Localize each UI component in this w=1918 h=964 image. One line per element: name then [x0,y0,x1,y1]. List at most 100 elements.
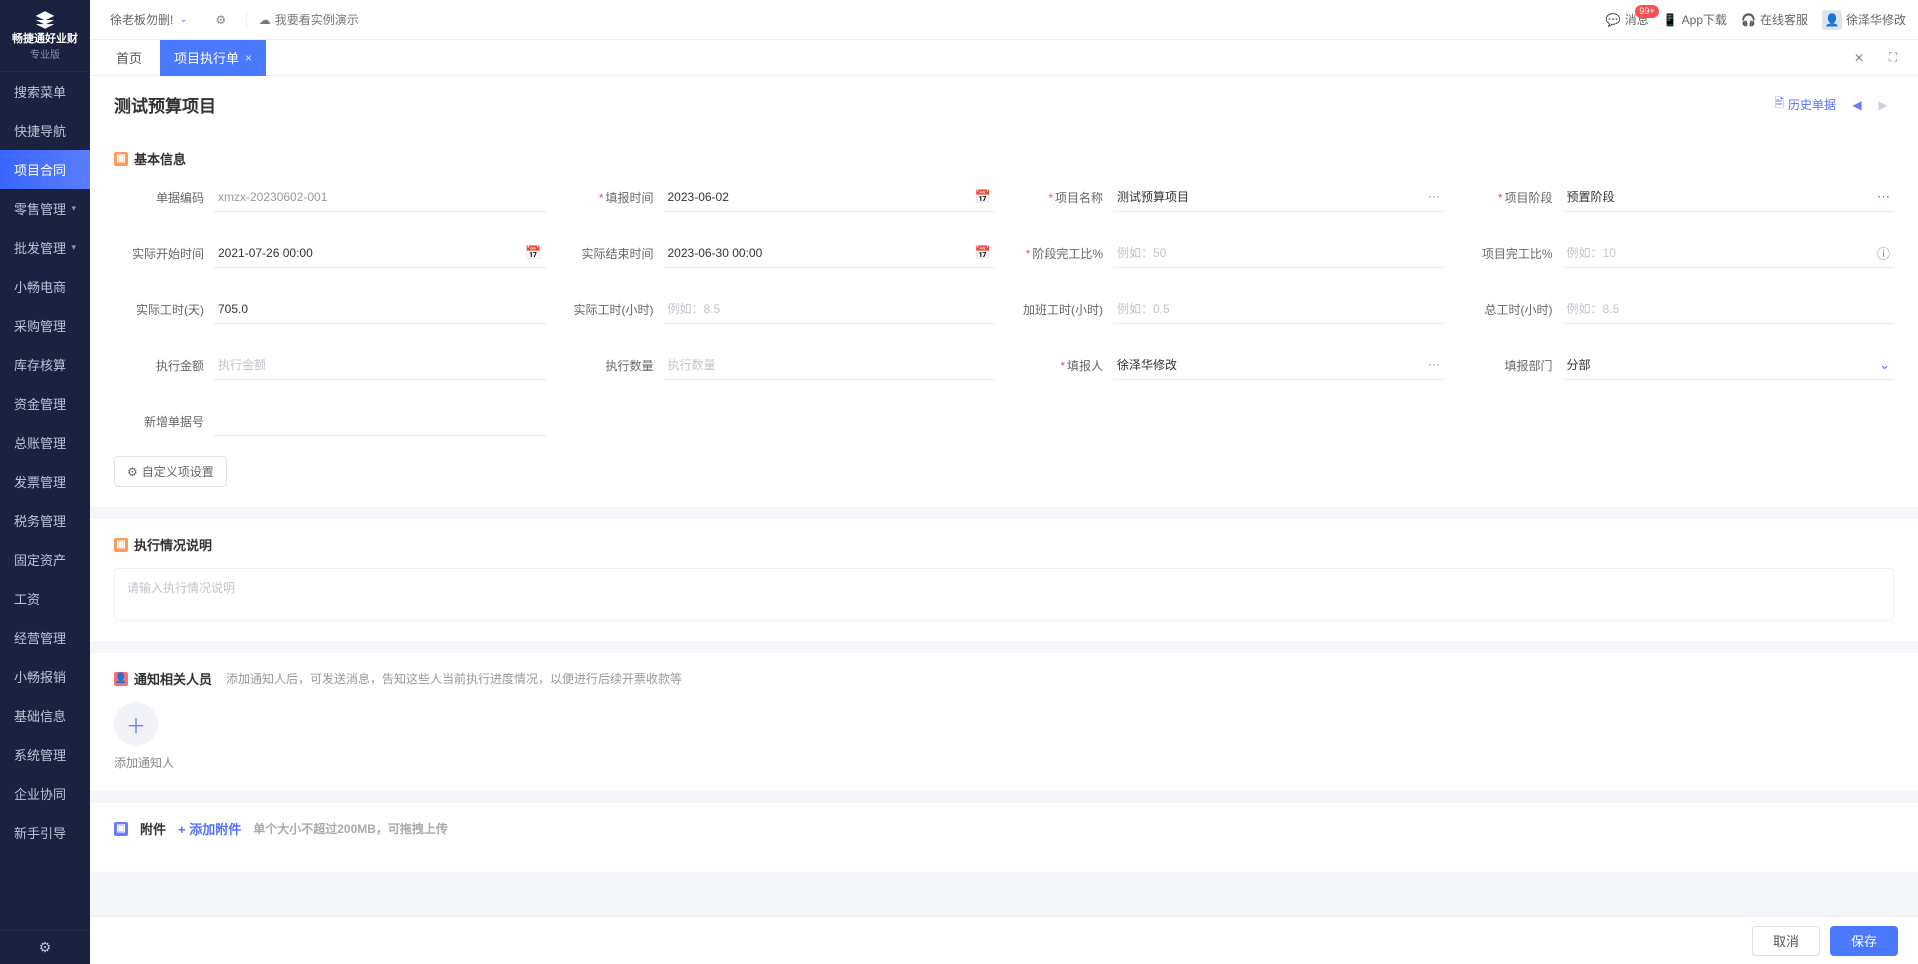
ot-hours-input[interactable] [1113,294,1445,324]
reporter-input[interactable] [1113,350,1445,380]
dept-input[interactable] [1563,350,1895,380]
content-scroll[interactable]: 测试预算项目 🗎 历史单据 ◀ ▶ ▣ 基本信息 [90,76,1918,964]
attachment-panel: ▣ 附件 + 添加附件 单个大小不超过200MB，可拖拽上传 [90,803,1918,872]
actual-days-input[interactable] [214,294,546,324]
add-notify-button[interactable]: ＋ [114,702,158,746]
fill-date-input[interactable] [664,182,996,212]
chevron-down-icon: ⌄ [179,14,187,25]
doc-no-input[interactable] [214,182,546,212]
sidebar-item-14[interactable]: 经营管理 [0,618,90,657]
sidebar-item-label: 采购管理 [14,316,66,335]
plus-icon: ＋ [126,710,146,739]
tab-home[interactable]: 首页 [102,40,156,76]
sidebar-item-2[interactable]: 项目合同 [0,150,90,189]
cancel-button[interactable]: 取消 [1752,926,1820,956]
sidebar-item-9[interactable]: 总账管理 [0,423,90,462]
message-icon: 💬 [1606,13,1621,27]
actual-end-input[interactable] [664,238,996,268]
help-icon[interactable]: ⓘ [1877,244,1890,263]
sidebar-item-19[interactable]: 新手引导 [0,813,90,852]
new-doc-input[interactable] [214,406,546,436]
sidebar-item-4[interactable]: 批发管理 ▾ [0,228,90,267]
page-header: 测试预算项目 🗎 历史单据 ◀ ▶ [90,76,1918,133]
app-download[interactable]: 📱 App下载 [1663,11,1727,28]
online-service[interactable]: 🎧 在线客服 [1741,11,1808,28]
label-exec-qty: 执行数量 [564,357,664,374]
brand-edition: 专业版 [4,46,86,61]
label-fill-date: 填报时间 [605,191,653,205]
sidebar-nav: 搜索菜单快捷导航项目合同零售管理▾ 批发管理 ▾ 小畅电商采购管理库存核算资金管理总账… [0,72,90,930]
sidebar-item-label: 经营管理 [14,628,66,647]
sidebar-item-6[interactable]: 采购管理 [0,306,90,345]
prev-record[interactable]: ◀ [1846,94,1868,116]
stage-pct-input[interactable] [1113,238,1445,268]
exec-desc-textarea[interactable] [127,579,1881,607]
gear-icon: ⚙ [39,939,52,955]
folder-icon: ▣ [114,822,128,836]
sidebar-item-label: 系统管理 [14,745,66,764]
sidebar-item-12[interactable]: 固定资产 [0,540,90,579]
cloud-icon: ☁ [259,13,271,27]
label-ot-hours: 加班工时(小时) [1013,301,1113,318]
sidebar-item-13[interactable]: 工资 [0,579,90,618]
sidebar-item-label: 批发管理 [14,238,66,257]
messages[interactable]: 💬 消息 99+ [1606,11,1649,28]
top-gear[interactable]: ⚙ [208,7,234,33]
chevron-down-icon[interactable]: ⌄ [1879,357,1890,373]
sidebar-item-15[interactable]: 小畅报销 [0,657,90,696]
label-actual-end: 实际结束时间 [564,245,664,262]
proj-pct-input[interactable] [1563,238,1895,268]
fullscreen-toggle[interactable]: ⛶ [1880,45,1906,71]
sidebar-item-label: 新手引导 [14,823,66,842]
stage-input[interactable] [1563,182,1895,212]
org-selector[interactable]: 徐老板勿删! ⌄ [102,7,196,32]
msg-badge: 99+ [1635,5,1658,18]
calendar-icon[interactable]: 📅 [975,189,991,205]
sidebar-item-3[interactable]: 零售管理▾ [0,189,90,228]
calendar-icon[interactable]: 📅 [525,245,541,261]
chevron-down-icon: ▾ [71,242,76,253]
actual-hours-input[interactable] [664,294,996,324]
sidebar-item-5[interactable]: 小畅电商 [0,267,90,306]
top-bar: 徐老板勿删! ⌄ ⚙ ☁ 我要看实例演示 💬 消息 99+ 📱 App下载 [90,0,1918,40]
attach-hint: 单个大小不超过200MB，可拖拽上传 [253,820,448,837]
sidebar-item-label: 项目合同 [14,160,66,179]
sidebar-item-0[interactable]: 搜索菜单 [0,72,90,111]
demo-link[interactable]: ☁ 我要看实例演示 [259,11,359,28]
label-reporter: 填报人 [1067,359,1103,373]
exec-amt-input[interactable] [214,350,546,380]
section-title-attach: 附件 [140,819,166,838]
label-new-doc: 新增单据号 [114,413,214,430]
tab-project-exec[interactable]: 项目执行单 × [160,40,266,76]
gear-icon: ⚙ [215,13,226,27]
add-attachment-link[interactable]: + 添加附件 [178,819,241,838]
org-name: 徐老板勿删! [110,11,173,28]
more-icon[interactable]: ⋯ [1877,189,1890,205]
project-input[interactable] [1113,182,1445,212]
sidebar-item-7[interactable]: 库存核算 [0,345,90,384]
sidebar-item-18[interactable]: 企业协同 [0,774,90,813]
sidebar-item-8[interactable]: 资金管理 [0,384,90,423]
exec-qty-input[interactable] [664,350,996,380]
sidebar-settings[interactable]: ⚙ [0,930,90,964]
total-hours-input[interactable] [1563,294,1895,324]
save-button[interactable]: 保存 [1830,926,1898,956]
label-actual-hours: 实际工时(小时) [564,301,664,318]
sidebar-item-17[interactable]: 系统管理 [0,735,90,774]
label-stage-pct: 阶段完工比% [1032,247,1103,261]
history-link[interactable]: 🗎 历史单据 [1774,94,1836,115]
sidebar-item-label: 小畅电商 [14,277,66,296]
close-icon[interactable]: × [245,51,252,65]
calendar-icon[interactable]: 📅 [975,245,991,261]
custom-fields-button[interactable]: ⚙ 自定义项设置 [114,456,227,487]
brand-logo: 畅捷通好业财 专业版 [0,0,90,72]
tabs-close-all[interactable]: ✕ [1846,45,1872,71]
sidebar-item-1[interactable]: 快捷导航 [0,111,90,150]
user-menu[interactable]: 👤 徐泽华修改 [1822,10,1906,30]
more-icon[interactable]: ⋯ [1428,357,1441,373]
sidebar-item-10[interactable]: 发票管理 [0,462,90,501]
more-icon[interactable]: ⋯ [1428,189,1441,205]
actual-start-input[interactable] [214,238,546,268]
sidebar-item-16[interactable]: 基础信息 [0,696,90,735]
sidebar-item-11[interactable]: 税务管理 [0,501,90,540]
